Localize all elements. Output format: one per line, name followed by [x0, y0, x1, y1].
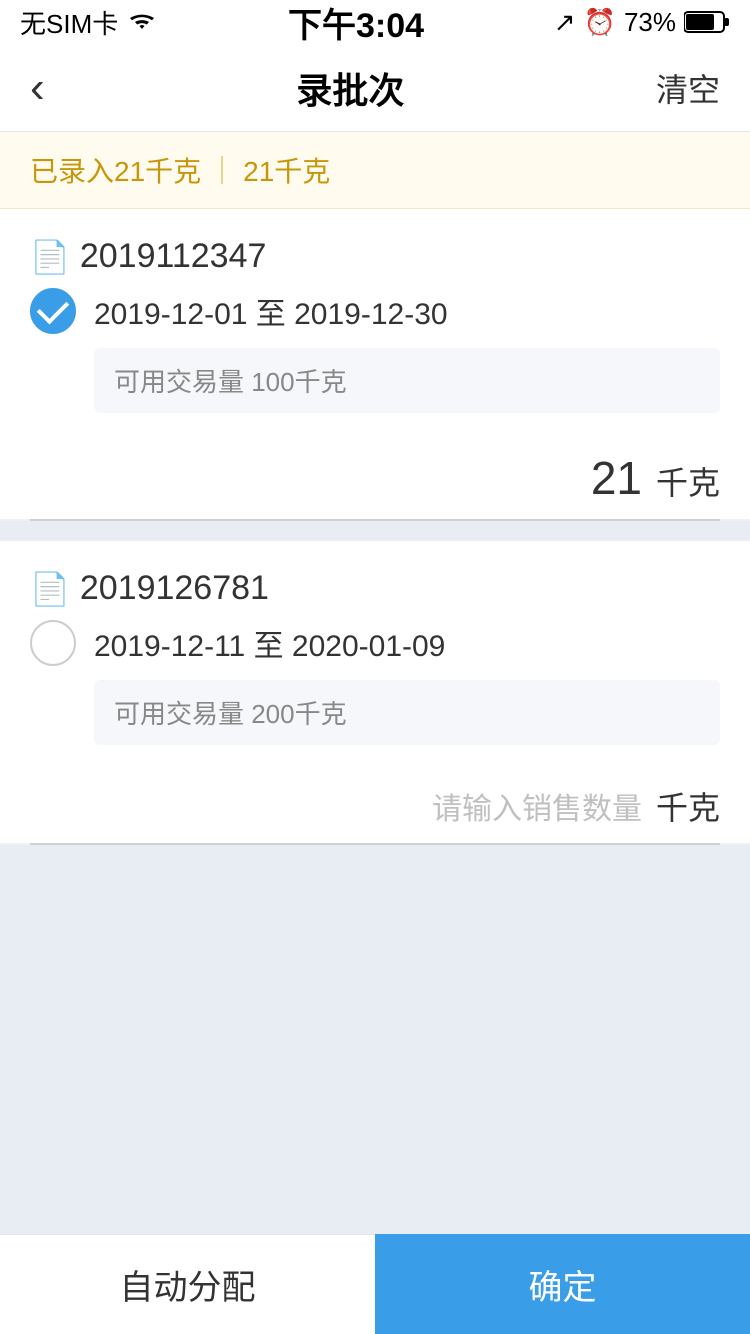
bottom-bar: 自动分配 确定	[0, 1234, 750, 1334]
location-icon: ↗	[554, 7, 576, 38]
wifi-icon	[126, 11, 158, 33]
nav-bar: ‹ 录批次 清空	[0, 44, 750, 132]
batch1-available: 可用交易量 100千克	[94, 348, 720, 413]
carrier-label: 无SIM卡	[20, 4, 118, 41]
batch2-date-row[interactable]: 2019-12-11 至 2020-01-09	[30, 620, 720, 666]
batch1-radio[interactable]	[30, 288, 76, 334]
alarm-icon: ⏰	[584, 7, 616, 38]
batch1-amount-value: 21	[591, 451, 642, 505]
recorded-label: 已录入21千克	[30, 150, 201, 190]
batch2-available: 可用交易量 200千克	[94, 680, 720, 745]
doc-icon-1: 📄	[30, 238, 70, 276]
confirm-button[interactable]: 确定	[375, 1234, 750, 1334]
content-wrapper: 已录入21千克 21千克 📄 2019112347 2019-12-01 至 2…	[0, 132, 750, 1265]
auto-distribute-button[interactable]: 自动分配	[0, 1234, 375, 1334]
status-right: ↗ ⏰ 73%	[554, 7, 730, 38]
status-bar: 无SIM卡 下午3:04 ↗ ⏰ 73%	[0, 0, 750, 44]
recorded-value: 21千克	[243, 150, 330, 190]
status-left: 无SIM卡	[20, 4, 158, 41]
battery-label: 73%	[624, 7, 676, 38]
section-separator	[0, 521, 750, 541]
back-button[interactable]: ‹	[30, 66, 45, 110]
batch2-date: 2019-12-11 至 2020-01-09	[94, 621, 445, 665]
batch2-card[interactable]: 📄 2019126781 2019-12-11 至 2020-01-09 可用交…	[0, 541, 750, 765]
batch2-input-row[interactable]: 请输入销售数量 千克	[0, 765, 750, 843]
empty-area	[0, 845, 750, 1265]
batch1-header: 📄 2019112347	[30, 237, 720, 276]
battery-icon	[684, 10, 730, 34]
doc-icon-2: 📄	[30, 570, 70, 608]
clear-button[interactable]: 清空	[656, 65, 720, 111]
batch1-id: 2019112347	[80, 237, 267, 276]
page-title: 录批次	[296, 62, 404, 114]
batch2-header: 📄 2019126781	[30, 569, 720, 608]
batch2-radio[interactable]	[30, 620, 76, 666]
batch2-input-unit: 千克	[656, 783, 720, 829]
info-divider	[221, 156, 223, 184]
batch1-date-row[interactable]: 2019-12-01 至 2019-12-30	[30, 288, 720, 334]
batch2-input-placeholder: 请输入销售数量	[432, 784, 642, 828]
batch1-amount-row: 21 千克	[0, 433, 750, 519]
batch2-id: 2019126781	[80, 569, 269, 608]
batch1-card[interactable]: 📄 2019112347 2019-12-01 至 2019-12-30 可用交…	[0, 209, 750, 433]
status-time: 下午3:04	[288, 0, 424, 47]
batch1-amount-unit: 千克	[656, 458, 720, 504]
info-banner: 已录入21千克 21千克	[0, 132, 750, 209]
batch1-date: 2019-12-01 至 2019-12-30	[94, 289, 448, 333]
